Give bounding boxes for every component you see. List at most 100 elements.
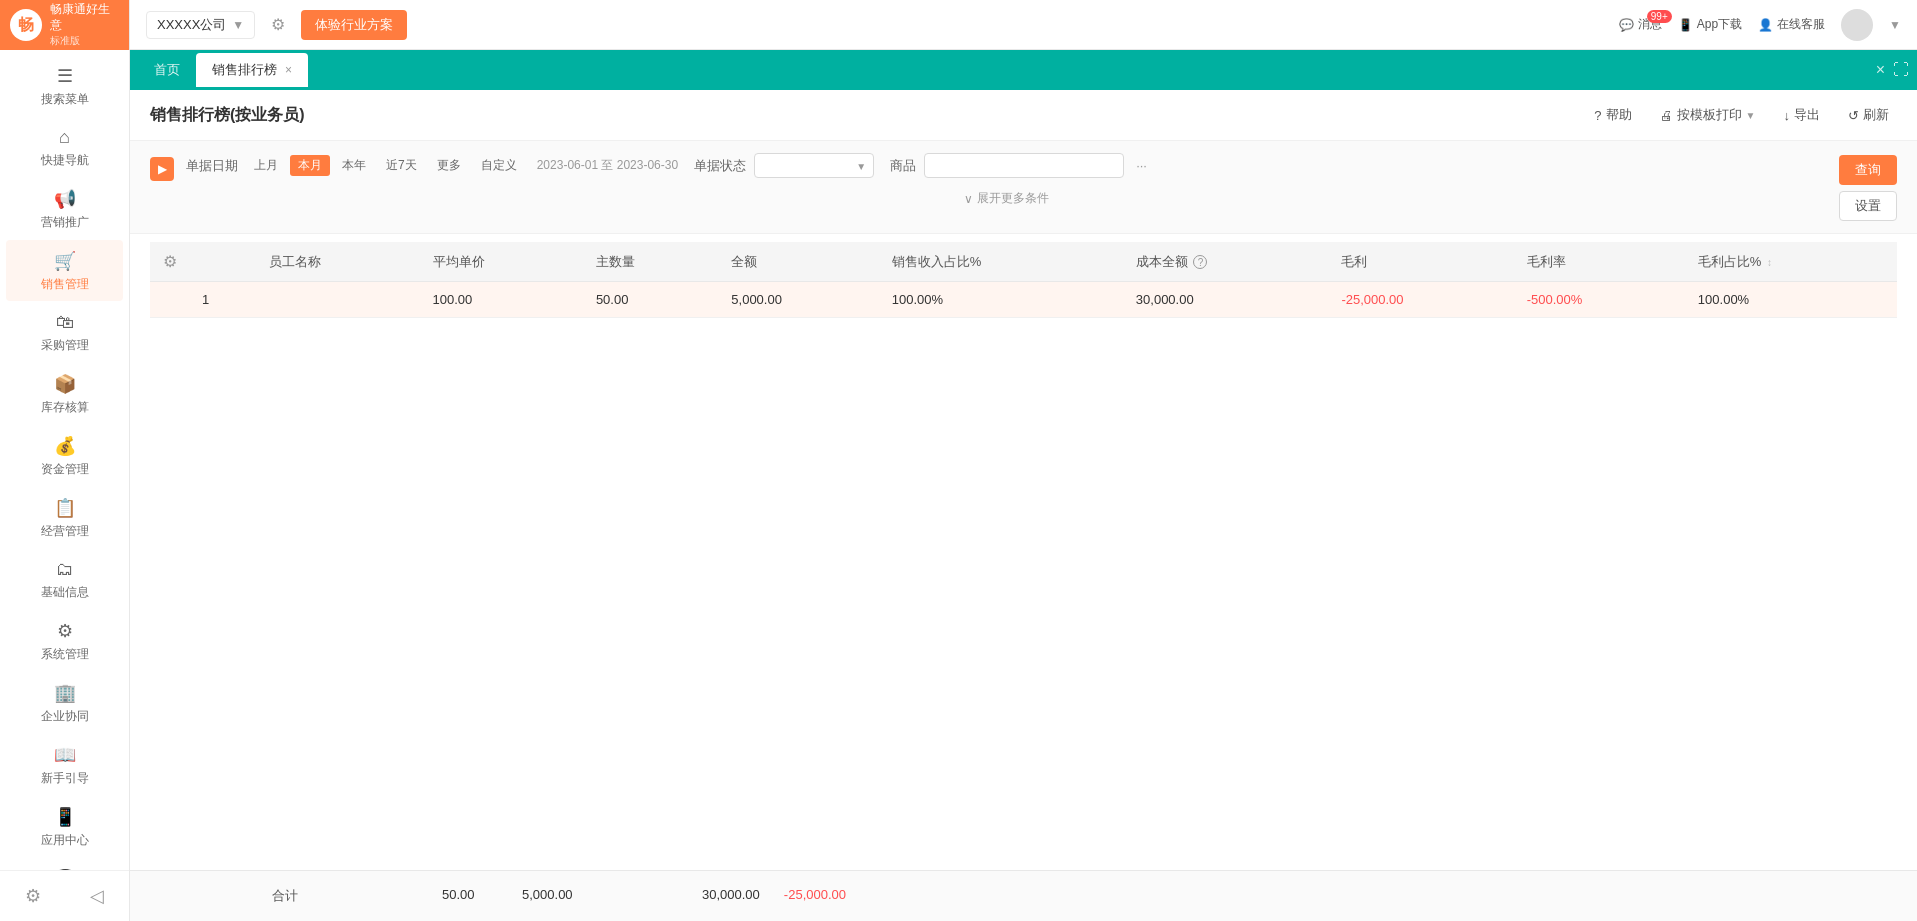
page-content: 销售排行榜(按业务员) ? 帮助 🖨 按模板打印 ▼ ↓ 导出 ↺ 刷新 xyxy=(130,90,1917,921)
sidebar-item-inventory-label: 库存核算 xyxy=(41,399,89,416)
profit-pct-sort-icon[interactable]: ↕ xyxy=(1767,257,1772,268)
sales-rank-table: ⚙ 员工名称 平均单价 主数量 全额 xyxy=(150,242,1897,318)
tab-home[interactable]: 首页 xyxy=(138,53,196,87)
topbar: XXXXX公司 ▼ ⚙ 体验行业方案 💬 消息 99+ 📱 App下载 👤 在线… xyxy=(130,0,1917,50)
sidebar-item-base[interactable]: 🗂 基础信息 xyxy=(6,549,123,609)
sidebar-item-search[interactable]: ☰ 搜索菜单 xyxy=(6,55,123,116)
table-footer: 合计 50.00 5,000.00 30,000.00 -25,000.00 xyxy=(130,870,1917,921)
filter-and-query: ▶ 单据日期 上月 本月 本年 近7天 更多 自定义 xyxy=(150,153,1897,221)
col-profit-label: 毛利 xyxy=(1341,254,1367,269)
export-btn[interactable]: ↓ 导出 xyxy=(1776,102,1829,128)
refresh-btn[interactable]: ↺ 刷新 xyxy=(1840,102,1897,128)
industry-btn[interactable]: 体验行业方案 xyxy=(301,10,407,40)
sidebar-item-operations[interactable]: 📋 经营管理 xyxy=(6,487,123,548)
page-header: 销售排行榜(按业务员) ? 帮助 🖨 按模板打印 ▼ ↓ 导出 ↺ 刷新 xyxy=(130,90,1917,141)
company-selector[interactable]: XXXXX公司 ▼ xyxy=(146,11,255,39)
cell-profit-rate: -500.00% xyxy=(1515,282,1686,318)
sidebar-item-collab[interactable]: 🏢 企业协同 xyxy=(6,672,123,733)
sales-icon: 🛒 xyxy=(54,250,76,272)
date-tab-current-month[interactable]: 本月 xyxy=(290,155,330,176)
footer-profit: -25,000.00 xyxy=(772,881,858,911)
sidebar-item-shortcuts[interactable]: ⌂ 快捷导航 xyxy=(6,117,123,177)
sidebar-item-inventory[interactable]: 📦 库存核算 xyxy=(6,363,123,424)
tab-sales-rank[interactable]: 销售排行榜 × xyxy=(196,53,308,87)
app-download-label: App下载 xyxy=(1697,16,1742,33)
tab-close-icon[interactable]: × xyxy=(285,63,292,77)
apps-icon: 📱 xyxy=(54,806,76,828)
sidebar: 畅 畅康通好生意 标准版 ☰ 搜索菜单 ⌂ 快捷导航 📢 营销推广 🛒 销售管理… xyxy=(0,0,130,921)
search-menu-icon: ☰ xyxy=(57,65,73,87)
help-btn[interactable]: ? 帮助 xyxy=(1586,102,1639,128)
goods-input[interactable] xyxy=(924,153,1124,178)
app-download-btn[interactable]: 📱 App下载 xyxy=(1678,16,1742,33)
footer-row: 合计 50.00 5,000.00 30,000.00 -25,000.00 xyxy=(150,881,1897,911)
logo-sub-text: 标准版 xyxy=(50,34,119,48)
col-name: 员工名称 xyxy=(257,242,420,282)
sidebar-settings-btn[interactable]: ⚙ xyxy=(17,881,49,911)
filter-toggle-btn[interactable]: ▶ xyxy=(150,157,174,181)
col-rank xyxy=(190,242,257,282)
tab-maximize-icon[interactable]: ⛶ xyxy=(1893,61,1909,79)
col-profit: 毛利 xyxy=(1329,242,1514,282)
profit-pct-value: 100.00% xyxy=(1698,292,1749,307)
footer-spacer-1 xyxy=(150,881,230,911)
cost-help-icon[interactable]: ? xyxy=(1193,255,1207,269)
avg-price-value: 100.00 xyxy=(433,292,473,307)
sidebar-item-guide[interactable]: 📖 新手引导 xyxy=(6,734,123,795)
help-label: 帮助 xyxy=(1606,106,1632,124)
table-header: ⚙ 员工名称 平均单价 主数量 全额 xyxy=(150,242,1897,282)
cell-amount: 5,000.00 xyxy=(719,282,879,318)
sales-pct-value: 100.00% xyxy=(892,292,943,307)
sidebar-item-purchase[interactable]: 🛍 采购管理 xyxy=(6,302,123,362)
cell-cost: 30,000.00 xyxy=(1124,282,1330,318)
base-icon: 🗂 xyxy=(56,559,74,580)
sidebar-item-marketing[interactable]: 📢 营销推广 xyxy=(6,178,123,239)
logo-main-text: 畅康通好生意 xyxy=(50,2,119,33)
sidebar-item-finance[interactable]: 💰 资金管理 xyxy=(6,425,123,486)
user-name-btn[interactable]: ▼ xyxy=(1889,18,1901,32)
sidebar-item-system-label: 系统管理 xyxy=(41,646,89,663)
cell-profit-pct: 100.00% xyxy=(1686,282,1897,318)
profit-value: -25,000.00 xyxy=(1341,292,1403,307)
company-dropdown-arrow: ▼ xyxy=(232,18,244,32)
inventory-icon: 📦 xyxy=(54,373,76,395)
date-tab-more[interactable]: 更多 xyxy=(429,155,469,176)
quantity-value: 50.00 xyxy=(596,292,629,307)
status-select-wrap xyxy=(754,153,874,178)
filter-settings-btn[interactable]: 设置 xyxy=(1839,191,1897,221)
goods-more-options[interactable]: ··· xyxy=(1132,158,1151,173)
cell-profit: -25,000.00 xyxy=(1329,282,1514,318)
date-tab-prev-month[interactable]: 上月 xyxy=(246,155,286,176)
sidebar-item-apps[interactable]: 📱 应用中心 xyxy=(6,796,123,857)
col-amount: 全额 xyxy=(719,242,879,282)
more-conditions-btn[interactable]: ∨ 展开更多条件 xyxy=(186,186,1827,211)
query-buttons: 查询 设置 xyxy=(1839,153,1897,221)
date-tab-7days[interactable]: 近7天 xyxy=(378,155,425,176)
query-btn[interactable]: 查询 xyxy=(1839,155,1897,185)
table-area: ⚙ 员工名称 平均单价 主数量 全额 xyxy=(130,234,1917,870)
sidebar-item-sales-label: 销售管理 xyxy=(41,276,89,293)
cost-value: 30,000.00 xyxy=(1136,292,1194,307)
chevron-down-icon: ∨ xyxy=(964,192,973,206)
message-btn[interactable]: 💬 消息 99+ xyxy=(1619,16,1662,33)
date-tab-current-year[interactable]: 本年 xyxy=(334,155,374,176)
col-profit-rate-label: 毛利率 xyxy=(1527,254,1566,269)
date-tab-custom[interactable]: 自定义 xyxy=(473,155,525,176)
online-service-btn[interactable]: 👤 在线客服 xyxy=(1758,16,1825,33)
sidebar-item-finance-label: 资金管理 xyxy=(41,461,89,478)
cell-name xyxy=(257,282,420,318)
user-avatar[interactable] xyxy=(1841,9,1873,41)
sidebar-collapse-btn[interactable]: ◁ xyxy=(82,881,112,911)
footer-amount: 5,000.00 xyxy=(510,881,590,911)
sidebar-menu: ☰ 搜索菜单 ⌂ 快捷导航 📢 营销推广 🛒 销售管理 🛍 采购管理 📦 库存核… xyxy=(0,50,129,870)
sidebar-item-wechat[interactable]: 💬 企业微信 xyxy=(6,858,123,870)
topbar-settings-icon[interactable]: ⚙ xyxy=(265,11,291,38)
tab-close-window-icon[interactable]: × xyxy=(1876,61,1885,79)
col-amount-label: 全额 xyxy=(731,254,757,269)
column-settings-icon[interactable]: ⚙ xyxy=(163,253,177,270)
template-print-btn[interactable]: 🖨 按模板打印 ▼ xyxy=(1652,102,1764,128)
tab-sales-rank-label: 销售排行榜 xyxy=(212,61,277,79)
status-select[interactable] xyxy=(754,153,874,178)
sidebar-item-system[interactable]: ⚙ 系统管理 xyxy=(6,610,123,671)
sidebar-item-sales[interactable]: 🛒 销售管理 xyxy=(6,240,123,301)
